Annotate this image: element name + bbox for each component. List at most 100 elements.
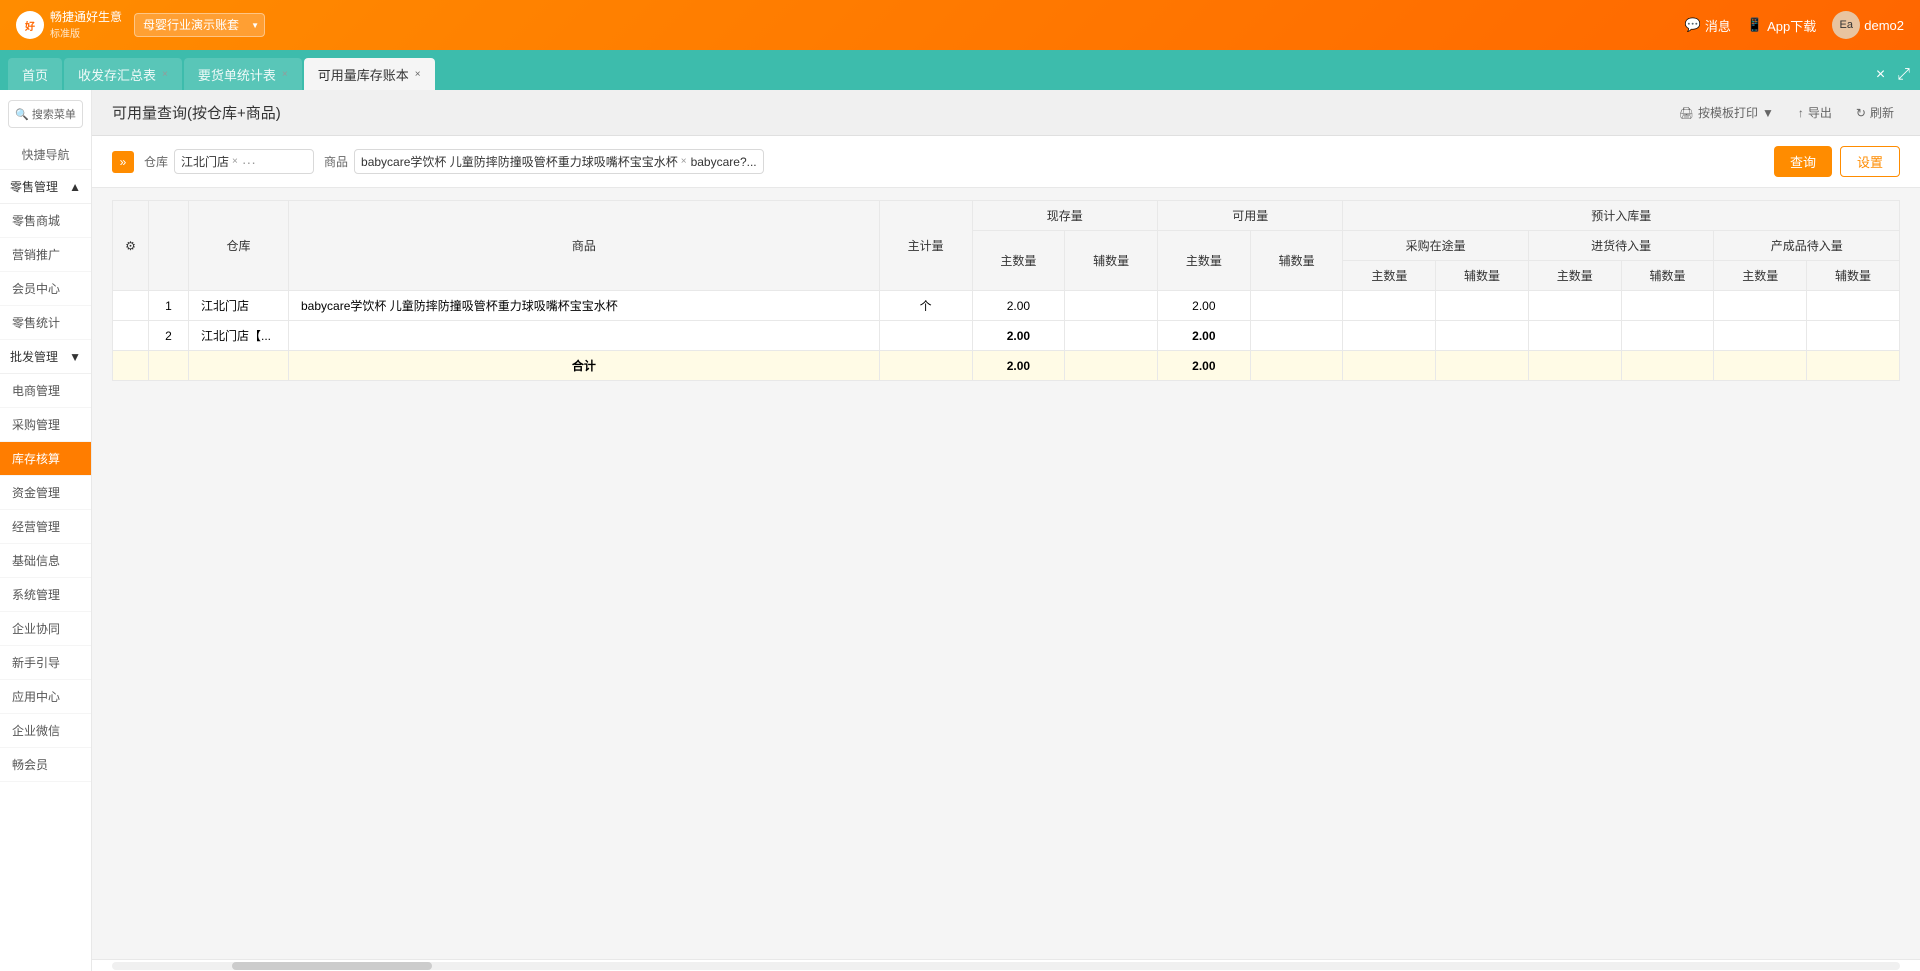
row1-settings[interactable] — [113, 291, 149, 321]
footer-empty2 — [149, 351, 189, 381]
sidebar-item-operation[interactable]: 经营管理 — [0, 510, 91, 544]
fullscreen-btn[interactable]: ⤢ — [1895, 64, 1912, 86]
print-btn[interactable]: 🖨 按模板打印 ▼ — [1673, 100, 1780, 125]
row2-unit — [879, 321, 972, 351]
sidebar: 🔍 搜索菜单 快捷导航 零售管理 ▲ 零售商城 营销推广 会员中心 零售统计 批… — [0, 90, 92, 971]
message-icon: 💬 — [1685, 17, 1701, 33]
sidebar-item-wechat[interactable]: 企业微信 — [0, 714, 91, 748]
refresh-icon: ↻ — [1856, 106, 1866, 120]
sidebar-group-arrow: ▲ — [69, 180, 81, 194]
search-menu-btn[interactable]: 🔍 搜索菜单 — [8, 100, 83, 128]
sidebar-item-purchase[interactable]: 采购管理 — [0, 408, 91, 442]
query-btn[interactable]: 查询 — [1774, 146, 1832, 177]
filter-actions: 查询 设置 — [1774, 146, 1900, 177]
tab-3-label: 可用量库存账本 — [318, 65, 409, 84]
th-product: 商品 — [289, 201, 880, 291]
sidebar-item-member2[interactable]: 畅会员 — [0, 748, 91, 782]
data-table: ⚙ 仓库 商品 主计量 现存量 可用量 预计入库量 主数量 辅数量 主数量 辅数… — [112, 200, 1900, 381]
quick-nav-label: 快捷导航 — [21, 148, 69, 162]
sidebar-item-finance[interactable]: 资金管理 — [0, 476, 91, 510]
sidebar-group-zero-sales[interactable]: 零售管理 ▲ — [0, 170, 91, 204]
product-tag-2: babycare?... — [691, 155, 757, 169]
close-all-btn[interactable]: × — [1874, 64, 1887, 86]
row1-avail-main: 2.00 — [1157, 291, 1250, 321]
row2-production-main — [1714, 321, 1807, 351]
row1-stock-main: 2.00 — [972, 291, 1065, 321]
warehouse-value: 江北门店 — [181, 153, 229, 170]
row1-purchase-main — [1343, 291, 1436, 321]
footer-incoming-main — [1528, 351, 1621, 381]
th-avail-aux: 辅数量 — [1250, 231, 1343, 291]
sidebar-item-inventory[interactable]: 库存核算 — [0, 442, 91, 476]
row2-avail-main: 2.00 — [1157, 321, 1250, 351]
footer-purchase-main — [1343, 351, 1436, 381]
scrollbar-track[interactable] — [112, 962, 1900, 970]
tab-1-label: 收发存汇总表 — [78, 65, 156, 84]
sidebar-item-appstore[interactable]: 应用中心 — [0, 680, 91, 714]
settings-btn[interactable]: 设置 — [1840, 146, 1900, 177]
sidebar-item-newbie[interactable]: 新手引导 — [0, 646, 91, 680]
th-settings[interactable]: ⚙ — [113, 201, 149, 291]
th-production-aux: 辅数量 — [1807, 261, 1900, 291]
tab-3[interactable]: 可用量库存账本 × — [304, 58, 435, 90]
filter-toggle-icon: » — [120, 155, 127, 169]
tab-2[interactable]: 要货单统计表 × — [184, 58, 302, 90]
warehouse-more[interactable]: ··· — [242, 154, 256, 170]
logo-sub: 标准版 — [50, 25, 122, 40]
nav-tabs-right: × ⤢ — [1874, 64, 1912, 90]
product-1-remove[interactable]: × — [681, 156, 687, 167]
warehouse-input[interactable]: 江北门店 × ··· — [174, 149, 314, 174]
sidebar-quick-nav[interactable]: 快捷导航 — [0, 138, 91, 170]
sidebar-item-ecommerce[interactable]: 电商管理 — [0, 374, 91, 408]
org-selector-wrap[interactable]: 母婴行业演示账套 — [134, 13, 265, 37]
tab-2-label: 要货单统计表 — [198, 65, 276, 84]
footer-empty1 — [113, 351, 149, 381]
top-bar: 好 畅捷通好生意 标准版 母婴行业演示账套 💬 消息 📱 App下载 Ea de… — [0, 0, 1920, 50]
footer-unit — [879, 351, 972, 381]
th-production-main: 主数量 — [1714, 261, 1807, 291]
scrollbar-thumb[interactable] — [232, 962, 432, 970]
warehouse-remove[interactable]: × — [232, 156, 238, 167]
sidebar-item-system[interactable]: 系统管理 — [0, 578, 91, 612]
export-btn[interactable]: ↑ 导出 — [1792, 100, 1838, 125]
warehouse-label: 仓库 — [144, 153, 168, 170]
sidebar-item-enterprise[interactable]: 企业协同 — [0, 612, 91, 646]
tab-1-close[interactable]: × — [162, 69, 168, 80]
sidebar-item-marketing[interactable]: 营销推广 — [0, 238, 91, 272]
filter-warehouse-field: 仓库 江北门店 × ··· — [144, 149, 314, 174]
footer-production-main — [1714, 351, 1807, 381]
tab-home[interactable]: 首页 — [8, 58, 62, 90]
user-profile[interactable]: Ea demo2 — [1832, 11, 1904, 39]
user-name: demo2 — [1864, 18, 1904, 33]
sidebar-item-member[interactable]: 会员中心 — [0, 272, 91, 306]
nav-tabs-bar: 首页 收发存汇总表 × 要货单统计表 × 可用量库存账本 × × ⤢ — [0, 50, 1920, 90]
sidebar-group-wholesale-arrow: ▼ — [69, 350, 81, 364]
app-icon: 📱 — [1747, 17, 1763, 33]
sidebar-group-wholesale-label: 批发管理 — [10, 348, 58, 365]
refresh-btn[interactable]: ↻ 刷新 — [1850, 100, 1900, 125]
th-no — [149, 201, 189, 291]
logo-text-block: 畅捷通好生意 标准版 — [50, 10, 122, 41]
message-btn[interactable]: 💬 消息 — [1685, 16, 1731, 35]
th-main-unit: 主计量 — [879, 201, 972, 291]
filter-toggle-btn[interactable]: » — [112, 151, 134, 173]
row2-incoming-main — [1528, 321, 1621, 351]
org-selector[interactable]: 母婴行业演示账套 — [134, 13, 265, 37]
product-value-1: babycare学饮杯 儿童防摔防撞吸管杯重力球吸嘴杯宝宝水杯 — [361, 153, 678, 170]
tab-1[interactable]: 收发存汇总表 × — [64, 58, 182, 90]
export-label: 导出 — [1808, 104, 1832, 121]
sidebar-item-zero-stats[interactable]: 零售统计 — [0, 306, 91, 340]
print-label: 按模板打印 — [1698, 104, 1758, 121]
product-value-2: babycare?... — [691, 155, 757, 169]
sidebar-group-wholesale[interactable]: 批发管理 ▼ — [0, 340, 91, 374]
tab-2-close[interactable]: × — [282, 69, 288, 80]
footer-production-aux — [1807, 351, 1900, 381]
tab-3-close[interactable]: × — [415, 69, 421, 80]
table-footer: 合计 2.00 2.00 — [113, 351, 1900, 381]
app-download-btn[interactable]: 📱 App下载 — [1747, 16, 1816, 35]
row2-settings[interactable] — [113, 321, 149, 351]
product-input[interactable]: babycare学饮杯 儿童防摔防撞吸管杯重力球吸嘴杯宝宝水杯 × babyca… — [354, 149, 764, 174]
row1-incoming-aux — [1621, 291, 1714, 321]
sidebar-item-zero-mall[interactable]: 零售商城 — [0, 204, 91, 238]
sidebar-item-basic[interactable]: 基础信息 — [0, 544, 91, 578]
